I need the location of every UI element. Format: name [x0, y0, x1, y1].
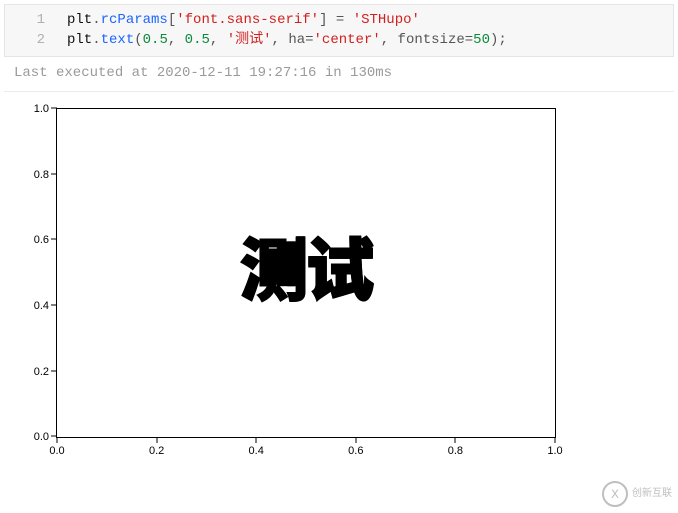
xtick-mark: [156, 437, 157, 443]
xtick-label: 0.6: [348, 445, 363, 457]
axes-container: 测试 0.0 0.2 0.4 0.6 0.8 1.0 0.0 0.2 0.4: [8, 102, 568, 482]
code-content: plt.text(0.5, 0.5, '测试', ha='center', fo…: [67, 31, 507, 51]
line-number: 1: [15, 11, 67, 31]
xtick-mark: [555, 437, 556, 443]
axes-frame: 测试 0.0 0.2 0.4 0.6 0.8 1.0 0.0 0.2 0.4: [56, 108, 556, 438]
xtick-label: 0.8: [448, 445, 463, 457]
ytick-mark: [51, 370, 57, 371]
watermark-logo: X 创新互联: [602, 481, 672, 507]
xtick-label: 0.0: [49, 445, 64, 457]
line-number: 2: [15, 31, 67, 51]
plot-center-text: 测试: [240, 216, 372, 315]
code-line-2: 2 plt.text(0.5, 0.5, '测试', ha='center', …: [15, 31, 663, 51]
xtick-mark: [455, 437, 456, 443]
ytick-mark: [51, 173, 57, 174]
watermark-text: 创新互联: [632, 489, 672, 500]
code-cell[interactable]: 1 plt.rcParams['font.sans-serif'] = 'STH…: [4, 4, 674, 57]
ytick-mark: [51, 239, 57, 240]
execution-status: Last executed at 2020-12-11 19:27:16 in …: [4, 57, 674, 92]
xtick-label: 1.0: [547, 445, 562, 457]
plot-output: 测试 0.0 0.2 0.4 0.6 0.8 1.0 0.0 0.2 0.4: [0, 92, 678, 482]
xtick-label: 0.2: [149, 445, 164, 457]
xtick-label: 0.4: [249, 445, 264, 457]
xtick-mark: [355, 437, 356, 443]
xtick-mark: [57, 437, 58, 443]
code-line-1: 1 plt.rcParams['font.sans-serif'] = 'STH…: [15, 11, 663, 31]
watermark-icon: X: [602, 481, 628, 507]
code-content: plt.rcParams['font.sans-serif'] = 'STHup…: [67, 11, 420, 31]
ytick-mark: [51, 436, 57, 437]
ytick-mark: [51, 108, 57, 109]
ytick-mark: [51, 305, 57, 306]
xtick-mark: [256, 437, 257, 443]
